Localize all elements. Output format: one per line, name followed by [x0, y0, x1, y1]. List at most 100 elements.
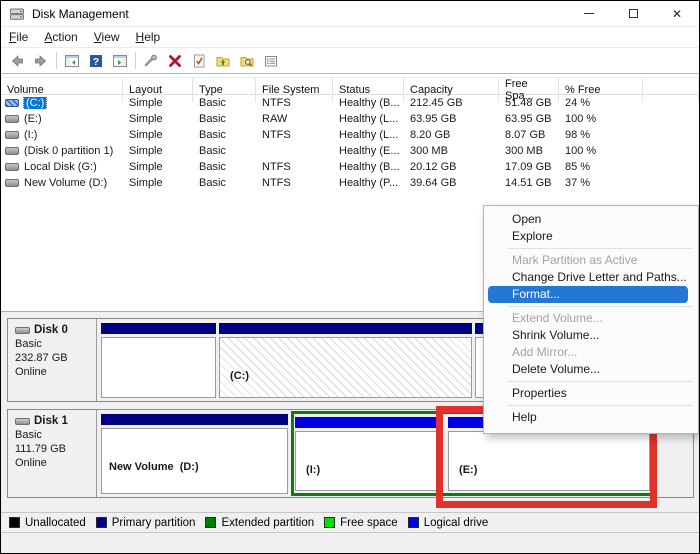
volume-row-c[interactable]: (C:) Simple Basic NTFS Healthy (B... 212…	[1, 95, 699, 111]
volume-icon	[5, 163, 19, 171]
volume-row-i[interactable]: (I:) Simple Basic NTFS Healthy (L... 8.2…	[1, 127, 699, 143]
disk-status: Online	[15, 366, 47, 378]
menu-item-format[interactable]: Format...	[488, 286, 688, 303]
menu-action[interactable]: Action	[36, 28, 85, 46]
volume-label: New Volume (D:)	[24, 177, 108, 189]
volume-row-e[interactable]: (E:) Simple Basic RAW Healthy (L... 63.9…	[1, 111, 699, 127]
delete-volume-button[interactable]	[163, 50, 187, 72]
list-options-button[interactable]	[259, 50, 283, 72]
minimize-button[interactable]	[567, 1, 611, 26]
delete-x-icon	[169, 54, 181, 67]
folder-explore-button[interactable]	[235, 50, 259, 72]
cell-pct-free: 98 %	[565, 129, 591, 141]
console-tree-button[interactable]	[60, 50, 84, 72]
cell-free: 51.48 GB	[505, 97, 552, 109]
legend-unallocated: Unallocated	[9, 517, 86, 529]
app-disk-icon	[10, 8, 24, 20]
volume-row-local-disk-g[interactable]: Local Disk (G:) Simple Basic NTFS Health…	[1, 159, 699, 175]
partition-c[interactable]: (C:) 212.45 GB NTFS Healthy (Boot, Page …	[219, 323, 472, 398]
menu-item-help[interactable]: Help	[484, 409, 698, 426]
cell-status: Healthy (L...	[339, 113, 399, 125]
disk-label: Disk 0	[34, 324, 68, 336]
cell-status: Healthy (E...	[339, 145, 400, 157]
disk-1-info[interactable]: Disk 1 Basic 111.79 GB Online	[8, 410, 97, 497]
folder-search-icon	[240, 56, 254, 66]
menu-item-add-mirror: Add Mirror...	[512, 345, 578, 359]
back-button[interactable]	[5, 50, 29, 72]
cell-type: Basic	[199, 161, 226, 173]
primary-partition-band	[101, 323, 216, 334]
back-icon	[11, 54, 23, 67]
volume-label: Local Disk (G:)	[24, 161, 97, 173]
task-check-button[interactable]	[187, 50, 211, 72]
disk-kind: Basic	[15, 338, 42, 350]
disk-management-window: Disk Management ✕ File Action View Help …	[0, 0, 700, 554]
maximize-button[interactable]	[611, 1, 655, 26]
toolbar-separator	[56, 52, 57, 69]
cell-status: Healthy (L...	[339, 129, 399, 141]
menu-item-mark-partition-active: Mark Partition as Active	[512, 253, 638, 267]
partition-efi[interactable]: 300 MB Healthy (EFI System P	[101, 323, 216, 398]
forward-button[interactable]	[29, 50, 53, 72]
cell-type: Basic	[199, 129, 226, 141]
menu-separator	[508, 248, 692, 249]
disk-0-info[interactable]: Disk 0 Basic 232.87 GB Online	[8, 319, 97, 401]
tool-button[interactable]	[139, 50, 163, 72]
menu-item-shrink-volume[interactable]: Shrink Volume...	[484, 327, 698, 344]
help-button[interactable]: ?	[84, 50, 108, 72]
primary-partition-swatch	[95, 517, 107, 528]
disk-icon	[15, 326, 30, 334]
cell-free: 300 MB	[505, 145, 543, 157]
volume-row-new-volume-d[interactable]: New Volume (D:) Simple Basic NTFS Health…	[1, 175, 699, 191]
cell-free: 17.09 GB	[505, 161, 552, 173]
cell-capacity: 39.64 GB	[410, 177, 457, 189]
partition-name: (I:)	[303, 464, 321, 476]
svg-text:?: ?	[93, 56, 99, 68]
task-check-icon	[194, 54, 205, 67]
cell-status: Healthy (P...	[339, 177, 399, 189]
cell-type: Basic	[199, 177, 226, 189]
partition-i[interactable]: (I:) 8.20 GB NTFS Healthy (Logical Drive…	[295, 417, 442, 491]
volume-row-disk0-partition1[interactable]: (Disk 0 partition 1) Simple Basic Health…	[1, 143, 699, 159]
menu-view[interactable]: View	[86, 28, 128, 46]
cell-status: Healthy (B...	[339, 161, 400, 173]
volume-list-header: Volume Layout Type File System Status Ca…	[1, 77, 699, 102]
cell-fs: NTFS	[262, 129, 291, 141]
legend-logical-drive: Logical drive	[407, 517, 488, 529]
volume-icon	[5, 131, 19, 139]
close-button[interactable]: ✕	[655, 1, 699, 26]
tool-icon	[144, 54, 157, 66]
primary-partition-band	[219, 323, 472, 334]
volume-label: (Disk 0 partition 1)	[24, 145, 114, 157]
menu-item-explore[interactable]: Explore	[484, 228, 698, 245]
list-options-icon	[265, 55, 277, 66]
title-bar: Disk Management ✕	[1, 1, 699, 27]
cell-pct-free: 24 %	[565, 97, 591, 109]
volume-icon	[5, 115, 19, 123]
cell-layout: Simple	[129, 145, 163, 157]
volume-icon	[5, 147, 19, 155]
cell-layout: Simple	[129, 129, 163, 141]
menu-file[interactable]: File	[1, 28, 36, 46]
cell-pct-free: 37 %	[565, 177, 591, 189]
volume-icon	[5, 179, 19, 187]
action-pane-button[interactable]	[108, 50, 132, 72]
partition-name	[109, 369, 215, 383]
partition-d[interactable]: New Volume (D:) 39.64 GB NTFS Healthy (P…	[101, 414, 288, 494]
menu-help[interactable]: Help	[128, 28, 169, 46]
menu-item-delete-volume[interactable]: Delete Volume...	[484, 361, 698, 378]
partition-name: (C:)	[227, 370, 249, 382]
cell-layout: Simple	[129, 97, 163, 109]
volume-icon	[5, 99, 19, 107]
context-menu: Open Explore Mark Partition as Active Ch…	[483, 205, 699, 434]
menu-item-change-drive-letter[interactable]: Change Drive Letter and Paths...	[484, 269, 698, 286]
menu-separator	[508, 306, 692, 307]
menu-item-open[interactable]: Open	[484, 211, 698, 228]
close-icon: ✕	[671, 6, 683, 21]
folder-open-button[interactable]	[211, 50, 235, 72]
toolbar: ?	[1, 48, 699, 74]
menu-item-extend-volume: Extend Volume...	[512, 311, 603, 325]
menu-item-properties[interactable]: Properties	[484, 385, 698, 402]
toolbar-separator	[135, 52, 136, 69]
cell-capacity: 300 MB	[410, 145, 448, 157]
